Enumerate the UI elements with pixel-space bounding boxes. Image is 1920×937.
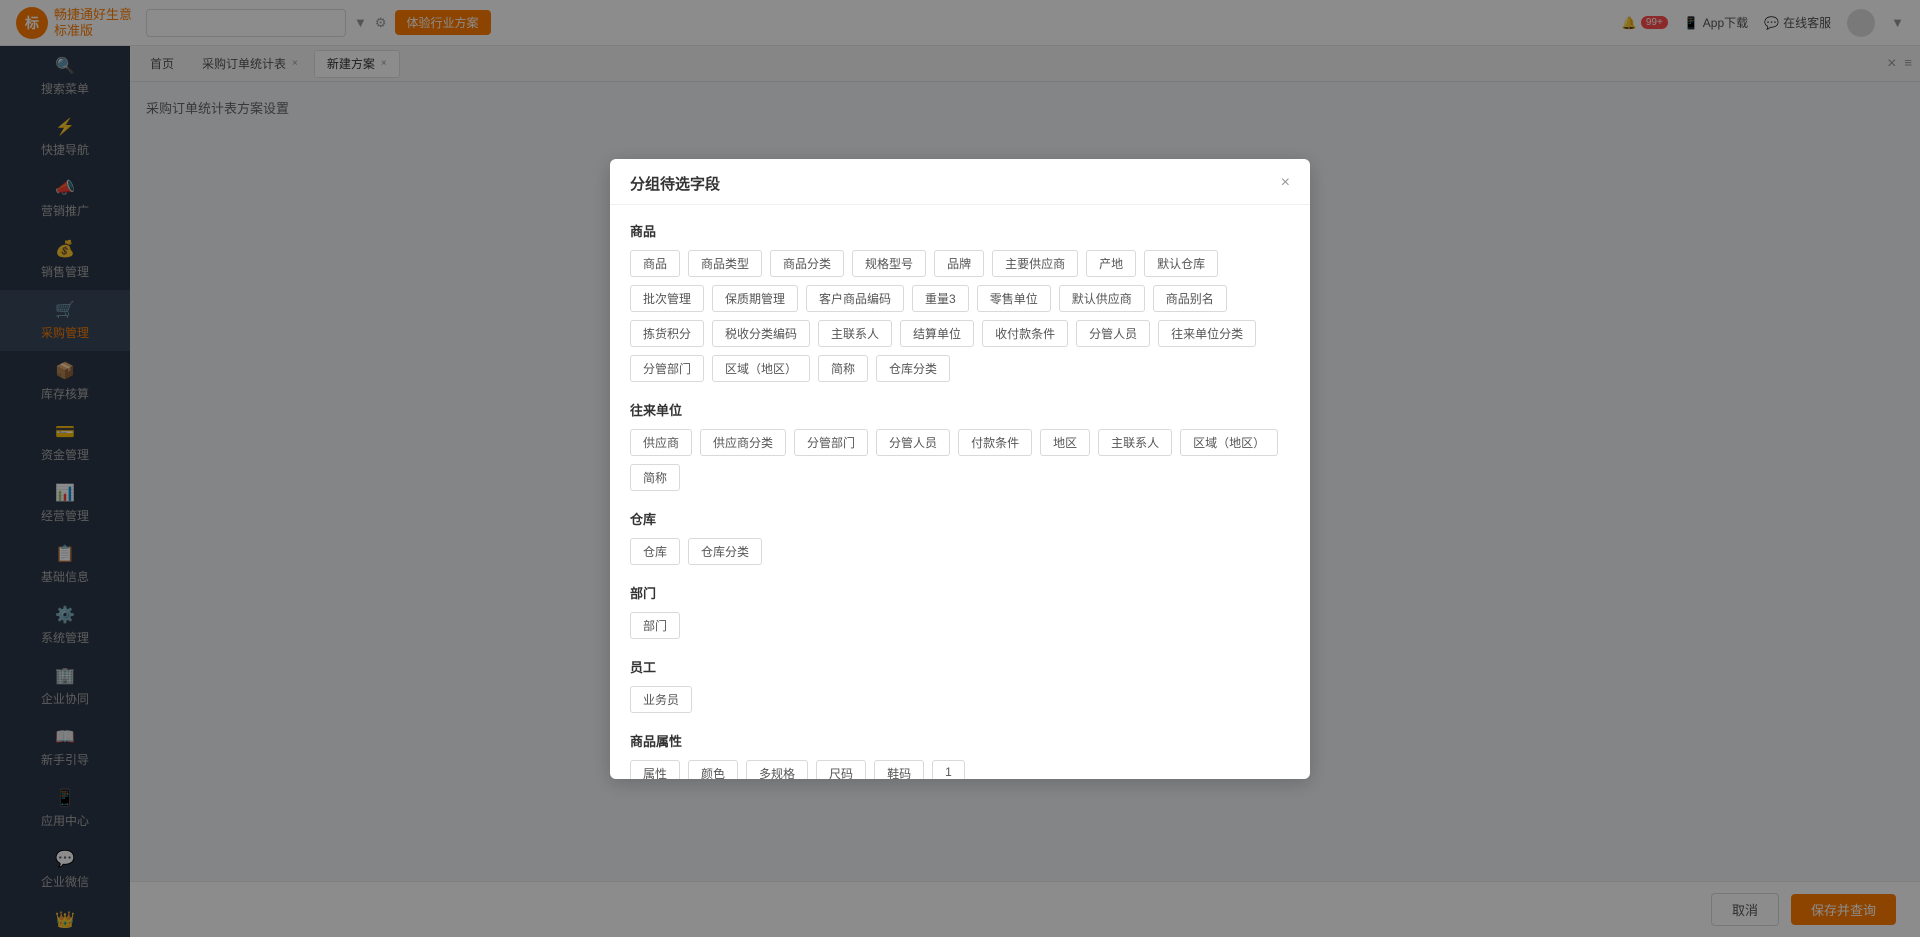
field-tag-product-17[interactable]: 主联系人 [818,320,892,347]
field-tag-partner-4[interactable]: 付款条件 [958,429,1032,456]
field-tag-product-23[interactable]: 区域（地区） [712,355,810,382]
field-tag-partner-7[interactable]: 区域（地区） [1180,429,1278,456]
field-tag-warehouse-1[interactable]: 仓库分类 [688,538,762,565]
field-tags-employee: 业务员 [630,686,1290,713]
field-tags-department: 部门 [630,612,1290,639]
field-tag-product-1[interactable]: 商品类型 [688,250,762,277]
section-title-attributes: 商品属性 [630,731,1290,750]
field-section-attributes: 商品属性属性颜色多规格尺码鞋码 1 [630,731,1290,779]
field-tag-product-22[interactable]: 分管部门 [630,355,704,382]
field-tag-attributes-4[interactable]: 鞋码 [874,760,924,779]
field-tag-product-6[interactable]: 产地 [1086,250,1136,277]
field-tag-partner-6[interactable]: 主联系人 [1098,429,1172,456]
field-tag-warehouse-0[interactable]: 仓库 [630,538,680,565]
field-tag-partner-5[interactable]: 地区 [1040,429,1090,456]
field-tag-attributes-1[interactable]: 颜色 [688,760,738,779]
field-tag-product-11[interactable]: 重量3 [912,285,969,312]
field-tag-product-25[interactable]: 仓库分类 [876,355,950,382]
field-section-department: 部门部门 [630,583,1290,639]
field-tag-attributes-0[interactable]: 属性 [630,760,680,779]
section-title-warehouse: 仓库 [630,509,1290,528]
field-tag-product-9[interactable]: 保质期管理 [712,285,798,312]
field-tag-attributes-5[interactable]: 1 [932,760,965,779]
field-tag-product-2[interactable]: 商品分类 [770,250,844,277]
field-tag-partner-2[interactable]: 分管部门 [794,429,868,456]
field-tag-product-0[interactable]: 商品 [630,250,680,277]
field-tag-product-4[interactable]: 品牌 [934,250,984,277]
modal-close-icon[interactable]: × [1281,174,1290,192]
field-tag-product-24[interactable]: 简称 [818,355,868,382]
field-tag-product-18[interactable]: 结算单位 [900,320,974,347]
field-tags-partner: 供应商供应商分类分管部门分管人员付款条件地区主联系人区域（地区） 简称 [630,429,1290,491]
field-tag-product-15[interactable]: 拣货积分 [630,320,704,347]
field-tag-product-8[interactable]: 批次管理 [630,285,704,312]
field-tag-product-20[interactable]: 分管人员 [1076,320,1150,347]
field-tag-partner-0[interactable]: 供应商 [630,429,692,456]
field-section-warehouse: 仓库仓库仓库分类 [630,509,1290,565]
field-tag-product-7[interactable]: 默认仓库 [1144,250,1218,277]
modal-overlay[interactable]: 分组待选字段 × 商品商品商品类型商品分类规格型号品牌主要供应商产地默认仓库批次… [0,0,1920,937]
field-section-product: 商品商品商品类型商品分类规格型号品牌主要供应商产地默认仓库批次管理保质期管理客户… [630,221,1290,382]
field-tag-partner-3[interactable]: 分管人员 [876,429,950,456]
modal-header: 分组待选字段 × [610,159,1310,205]
field-section-partner: 往来单位供应商供应商分类分管部门分管人员付款条件地区主联系人区域（地区） 简称 [630,400,1290,491]
section-title-department: 部门 [630,583,1290,602]
field-tag-department-0[interactable]: 部门 [630,612,680,639]
field-tag-partner-8[interactable]: 简称 [630,464,680,491]
field-tag-partner-1[interactable]: 供应商分类 [700,429,786,456]
field-tag-product-16[interactable]: 税收分类编码 [712,320,810,347]
field-tag-product-3[interactable]: 规格型号 [852,250,926,277]
field-tags-product: 商品商品类型商品分类规格型号品牌主要供应商产地默认仓库批次管理保质期管理客户商品… [630,250,1290,382]
field-tag-product-14[interactable]: 商品别名 [1153,285,1227,312]
section-title-partner: 往来单位 [630,400,1290,419]
modal-title: 分组待选字段 [630,173,720,194]
section-title-product: 商品 [630,221,1290,240]
field-tags-warehouse: 仓库仓库分类 [630,538,1290,565]
field-tag-product-10[interactable]: 客户商品编码 [806,285,904,312]
field-tag-product-19[interactable]: 收付款条件 [982,320,1068,347]
field-tag-attributes-2[interactable]: 多规格 [746,760,808,779]
field-tag-employee-0[interactable]: 业务员 [630,686,692,713]
field-tag-product-21[interactable]: 往来单位分类 [1158,320,1256,347]
field-tag-product-12[interactable]: 零售单位 [977,285,1051,312]
field-section-employee: 员工业务员 [630,657,1290,713]
field-tags-attributes: 属性颜色多规格尺码鞋码 1 [630,760,1290,779]
field-tag-product-5[interactable]: 主要供应商 [992,250,1078,277]
field-tag-product-13[interactable]: 默认供应商 [1059,285,1145,312]
field-tag-attributes-3[interactable]: 尺码 [816,760,866,779]
section-title-employee: 员工 [630,657,1290,676]
modal-body: 商品商品商品类型商品分类规格型号品牌主要供应商产地默认仓库批次管理保质期管理客户… [610,205,1310,779]
modal: 分组待选字段 × 商品商品商品类型商品分类规格型号品牌主要供应商产地默认仓库批次… [610,159,1310,779]
